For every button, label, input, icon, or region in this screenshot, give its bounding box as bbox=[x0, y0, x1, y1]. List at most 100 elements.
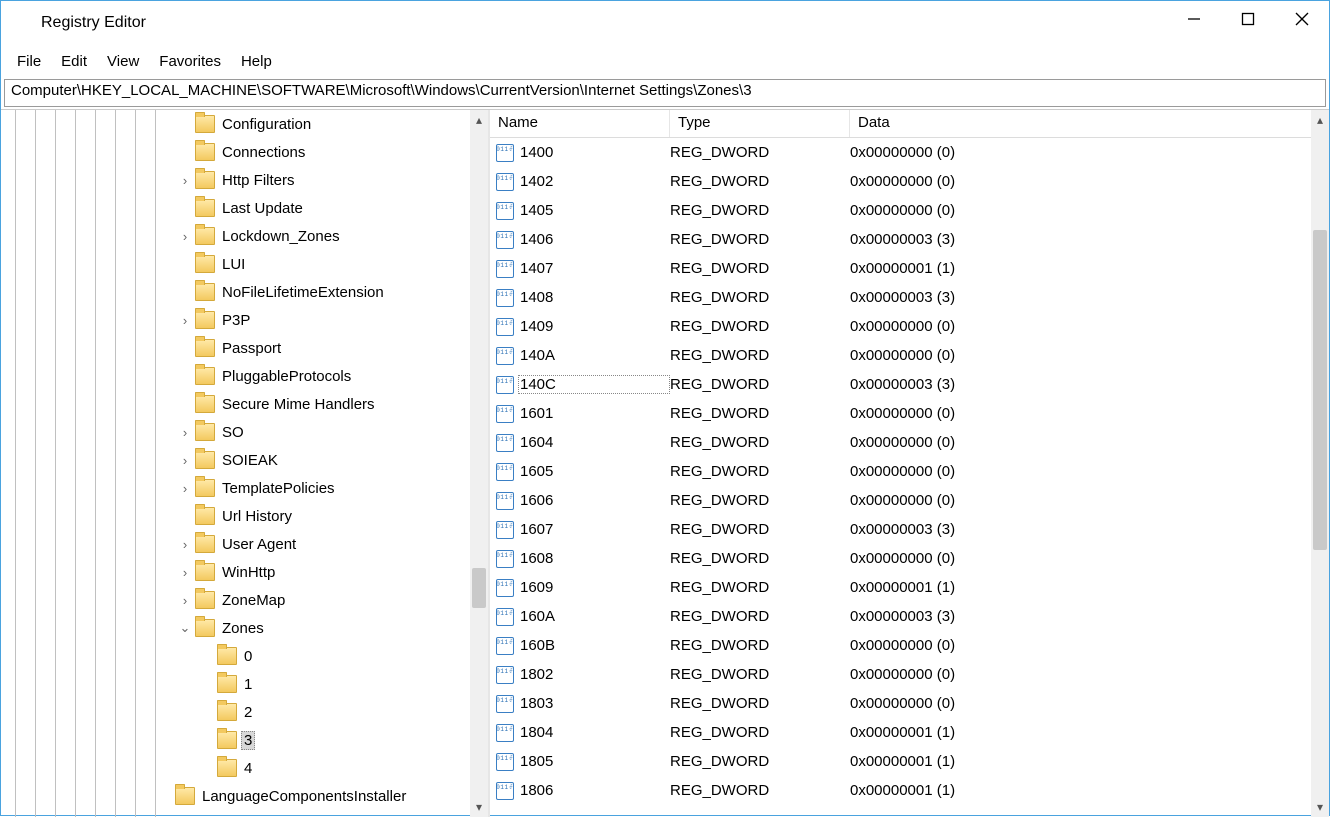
folder-icon bbox=[195, 535, 215, 553]
close-button[interactable] bbox=[1275, 1, 1329, 37]
folder-icon bbox=[195, 283, 215, 301]
tree-item[interactable]: Last Update bbox=[1, 194, 470, 222]
list-row[interactable]: 1406REG_DWORD0x00000003 (3) bbox=[490, 225, 1311, 254]
list-row[interactable]: 1604REG_DWORD0x00000000 (0) bbox=[490, 428, 1311, 457]
tree-item[interactable]: ›WinHttp bbox=[1, 558, 470, 586]
value-name: 1407 bbox=[518, 259, 670, 278]
list-row[interactable]: 1609REG_DWORD0x00000001 (1) bbox=[490, 573, 1311, 602]
dword-value-icon bbox=[496, 521, 514, 539]
list-row[interactable]: 1605REG_DWORD0x00000000 (0) bbox=[490, 457, 1311, 486]
chevron-right-icon[interactable]: › bbox=[177, 425, 193, 440]
list-row[interactable]: 140AREG_DWORD0x00000000 (0) bbox=[490, 341, 1311, 370]
list-row[interactable]: 1409REG_DWORD0x00000000 (0) bbox=[490, 312, 1311, 341]
list-row[interactable]: 1802REG_DWORD0x00000000 (0) bbox=[490, 660, 1311, 689]
minimize-button[interactable] bbox=[1167, 1, 1221, 37]
tree-item[interactable]: NoFileLifetimeExtension bbox=[1, 278, 470, 306]
value-type: REG_DWORD bbox=[670, 695, 850, 712]
menu-view[interactable]: View bbox=[97, 49, 149, 74]
chevron-right-icon[interactable]: › bbox=[177, 229, 193, 244]
tree-item[interactable]: ›Http Filters bbox=[1, 166, 470, 194]
tree-item[interactable]: ›User Agent bbox=[1, 530, 470, 558]
list-scroll-thumb[interactable] bbox=[1313, 230, 1327, 550]
tree-item[interactable]: LUI bbox=[1, 250, 470, 278]
value-type: REG_DWORD bbox=[670, 289, 850, 306]
tree-item[interactable]: › P3P bbox=[1, 306, 470, 334]
scroll-up-icon[interactable]: ▴ bbox=[1311, 110, 1329, 130]
list-row[interactable]: 160AREG_DWORD0x00000003 (3) bbox=[490, 602, 1311, 631]
tree-item[interactable]: Url History bbox=[1, 502, 470, 530]
tree-scrollbar[interactable]: ▴ ▾ bbox=[470, 110, 488, 817]
scroll-down-icon[interactable]: ▾ bbox=[1311, 797, 1329, 817]
menu-favorites[interactable]: Favorites bbox=[149, 49, 231, 74]
tree-item[interactable]: ⌄ Zones bbox=[1, 614, 470, 642]
scroll-down-icon[interactable]: ▾ bbox=[470, 797, 488, 817]
column-header-type[interactable]: Type bbox=[670, 110, 850, 137]
column-header-data[interactable]: Data bbox=[850, 110, 1329, 137]
value-type: REG_DWORD bbox=[670, 260, 850, 277]
value-data: 0x00000000 (0) bbox=[850, 550, 1311, 567]
tree-item-label: 3 bbox=[241, 731, 255, 750]
tree-item[interactable]: ›SO bbox=[1, 418, 470, 446]
tree-item-label: Last Update bbox=[219, 199, 306, 218]
tree-scroll-thumb[interactable] bbox=[472, 568, 486, 608]
list-row[interactable]: 1405REG_DWORD0x00000000 (0) bbox=[490, 196, 1311, 225]
list-row[interactable]: 1407REG_DWORD0x00000001 (1) bbox=[490, 254, 1311, 283]
tree-item[interactable]: 3 bbox=[1, 726, 470, 754]
chevron-right-icon[interactable]: › bbox=[177, 537, 193, 552]
list-row[interactable]: 140CREG_DWORD0x00000003 (3) bbox=[490, 370, 1311, 399]
dword-value-icon bbox=[496, 782, 514, 800]
chevron-right-icon[interactable]: › bbox=[177, 481, 193, 496]
list-row[interactable]: 1803REG_DWORD0x00000000 (0) bbox=[490, 689, 1311, 718]
list-row[interactable]: 1805REG_DWORD0x00000001 (1) bbox=[490, 747, 1311, 776]
list-row[interactable]: 1601REG_DWORD0x00000000 (0) bbox=[490, 399, 1311, 428]
tree-item-label: PluggableProtocols bbox=[219, 367, 354, 386]
tree-item[interactable]: 2 bbox=[1, 698, 470, 726]
chevron-right-icon[interactable]: › bbox=[177, 453, 193, 468]
tree-item[interactable]: Configuration bbox=[1, 110, 470, 138]
tree-item[interactable]: ›Lockdown_Zones bbox=[1, 222, 470, 250]
tree-item[interactable]: 4 bbox=[1, 754, 470, 782]
value-type: REG_DWORD bbox=[670, 753, 850, 770]
list-row[interactable]: 1607REG_DWORD0x00000003 (3) bbox=[490, 515, 1311, 544]
value-type: REG_DWORD bbox=[670, 782, 850, 799]
address-bar[interactable]: Computer\HKEY_LOCAL_MACHINE\SOFTWARE\Mic… bbox=[4, 79, 1326, 107]
maximize-button[interactable] bbox=[1221, 1, 1275, 37]
tree-item-label: P3P bbox=[219, 311, 253, 330]
column-header-name[interactable]: Name bbox=[490, 110, 670, 137]
list-row[interactable]: 1804REG_DWORD0x00000001 (1) bbox=[490, 718, 1311, 747]
list-row[interactable]: 1408REG_DWORD0x00000003 (3) bbox=[490, 283, 1311, 312]
tree-item[interactable]: 1 bbox=[1, 670, 470, 698]
value-name: 1405 bbox=[518, 201, 670, 220]
menu-help[interactable]: Help bbox=[231, 49, 282, 74]
tree-item[interactable]: Passport bbox=[1, 334, 470, 362]
menu-edit[interactable]: Edit bbox=[51, 49, 97, 74]
chevron-down-icon[interactable]: ⌄ bbox=[177, 620, 193, 636]
tree-item[interactable]: 0 bbox=[1, 642, 470, 670]
list-row[interactable]: 1400REG_DWORD0x00000000 (0) bbox=[490, 138, 1311, 167]
tree-item[interactable]: ›ZoneMap bbox=[1, 586, 470, 614]
tree-item[interactable]: Connections bbox=[1, 138, 470, 166]
value-data: 0x00000003 (3) bbox=[850, 231, 1311, 248]
tree-item[interactable]: LanguageComponentsInstaller bbox=[1, 782, 470, 810]
main-area: ConfigurationConnections›Http Filters Las… bbox=[1, 109, 1329, 817]
value-type: REG_DWORD bbox=[670, 318, 850, 335]
scroll-up-icon[interactable]: ▴ bbox=[470, 110, 488, 130]
chevron-right-icon[interactable]: › bbox=[177, 173, 193, 188]
menu-file[interactable]: File bbox=[7, 49, 51, 74]
dword-value-icon bbox=[496, 347, 514, 365]
chevron-right-icon[interactable]: › bbox=[177, 593, 193, 608]
list-row[interactable]: 1608REG_DWORD0x00000000 (0) bbox=[490, 544, 1311, 573]
list-row[interactable]: 1606REG_DWORD0x00000000 (0) bbox=[490, 486, 1311, 515]
tree-item[interactable]: ›SOIEAK bbox=[1, 446, 470, 474]
dword-value-icon bbox=[496, 753, 514, 771]
list-scrollbar[interactable]: ▴ ▾ bbox=[1311, 110, 1329, 817]
tree-item-label: Zones bbox=[219, 619, 267, 638]
list-row[interactable]: 1806REG_DWORD0x00000001 (1) bbox=[490, 776, 1311, 805]
chevron-right-icon[interactable]: › bbox=[177, 565, 193, 580]
tree-item[interactable]: ›TemplatePolicies bbox=[1, 474, 470, 502]
list-row[interactable]: 160BREG_DWORD0x00000000 (0) bbox=[490, 631, 1311, 660]
tree-item[interactable]: PluggableProtocols bbox=[1, 362, 470, 390]
chevron-right-icon[interactable]: › bbox=[177, 313, 193, 328]
tree-item[interactable]: Secure Mime Handlers bbox=[1, 390, 470, 418]
list-row[interactable]: 1402REG_DWORD0x00000000 (0) bbox=[490, 167, 1311, 196]
